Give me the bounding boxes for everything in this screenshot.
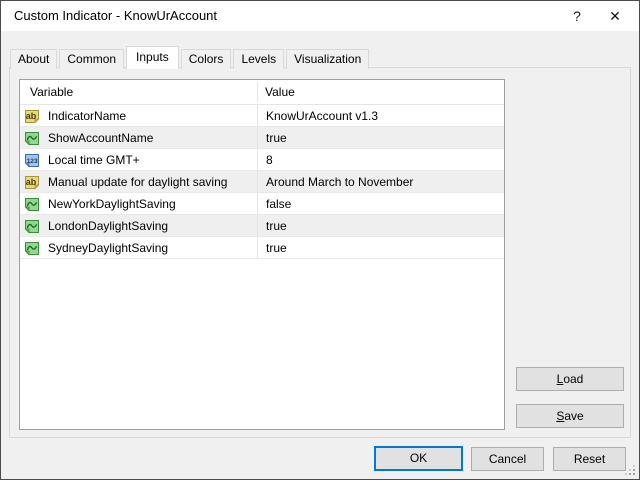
svg-text:ab: ab [26, 177, 37, 187]
variable-cell: SydneyDaylightSaving [20, 237, 257, 258]
value-cell[interactable]: true [257, 237, 504, 258]
bool-input-icon [24, 240, 40, 256]
integer-input-icon: 123 [24, 152, 40, 168]
window-title: Custom Indicator - KnowUrAccount [14, 8, 218, 23]
help-button[interactable]: ? [557, 1, 597, 31]
tab-about[interactable]: About [10, 49, 58, 69]
variable-name: NewYorkDaylightSaving [48, 196, 176, 211]
value-cell[interactable]: KnowUrAccount v1.3 [257, 105, 504, 126]
close-button[interactable]: ✕ [595, 1, 635, 31]
variable-cell: ShowAccountName [20, 127, 257, 148]
tab-strip: About Common Inputs Colors Levels Visualizati… [10, 46, 371, 69]
table-body: ab IndicatorName KnowUrAccount v1.3 ShowAcc… [20, 105, 504, 259]
variable-cell: ab IndicatorName [20, 105, 257, 126]
table-row[interactable]: NewYorkDaylightSaving false [20, 193, 504, 215]
value-cell[interactable]: 8 [257, 149, 504, 170]
bool-input-icon [24, 218, 40, 234]
table-row[interactable]: 123 Local time GMT+ 8 [20, 149, 504, 171]
table-header: Variable Value [20, 80, 504, 105]
resize-grip[interactable] [623, 463, 635, 475]
variable-name: Manual update for daylight saving [48, 174, 228, 189]
variable-cell: NewYorkDaylightSaving [20, 193, 257, 214]
load-button[interactable]: Load [516, 367, 624, 391]
table-row[interactable]: ab Manual update for daylight saving Aroun… [20, 171, 504, 193]
inputs-tab-panel: Variable Value ab IndicatorName KnowUrAcco… [9, 67, 631, 438]
value-cell[interactable]: true [257, 215, 504, 236]
svg-text:123: 123 [27, 158, 38, 165]
tab-colors[interactable]: Colors [180, 49, 232, 69]
table-row[interactable]: SydneyDaylightSaving true [20, 237, 504, 259]
table-row[interactable]: ab IndicatorName KnowUrAccount v1.3 [20, 105, 504, 127]
text-input-icon: ab [24, 108, 40, 124]
cancel-button[interactable]: Cancel [471, 447, 544, 471]
column-header-value: Value [265, 85, 295, 99]
variable-cell: ab Manual update for daylight saving [20, 171, 257, 192]
variable-cell: LondonDaylightSaving [20, 215, 257, 236]
tab-visualization[interactable]: Visualization [286, 49, 370, 69]
svg-text:ab: ab [26, 111, 37, 121]
variable-name: Local time GMT+ [48, 152, 140, 167]
text-input-icon: ab [24, 174, 40, 190]
value-cell[interactable]: true [257, 127, 504, 148]
inputs-table: Variable Value ab IndicatorName KnowUrAcco… [19, 79, 505, 430]
table-row[interactable]: ShowAccountName true [20, 127, 504, 149]
title-bar: Custom Indicator - KnowUrAccount ? ✕ [1, 1, 639, 31]
ok-button[interactable]: OK [374, 446, 463, 471]
variable-name: SydneyDaylightSaving [48, 240, 169, 255]
tab-common[interactable]: Common [59, 49, 125, 69]
variable-name: LondonDaylightSaving [48, 218, 169, 233]
value-cell[interactable]: false [257, 193, 504, 214]
variable-name: ShowAccountName [48, 130, 154, 145]
column-header-variable: Variable [30, 85, 74, 99]
value-cell[interactable]: Around March to November [257, 171, 504, 192]
variable-name: IndicatorName [48, 108, 127, 123]
bool-input-icon [24, 130, 40, 146]
custom-indicator-dialog: Custom Indicator - KnowUrAccount ? ✕ Abo… [0, 0, 640, 480]
variable-cell: 123 Local time GMT+ [20, 149, 257, 170]
tab-inputs[interactable]: Inputs [126, 46, 179, 69]
column-divider [257, 82, 258, 102]
table-row[interactable]: LondonDaylightSaving true [20, 215, 504, 237]
reset-button[interactable]: Reset [553, 447, 626, 471]
bool-input-icon [24, 196, 40, 212]
save-button[interactable]: Save [516, 404, 624, 428]
tab-levels[interactable]: Levels [233, 49, 285, 69]
